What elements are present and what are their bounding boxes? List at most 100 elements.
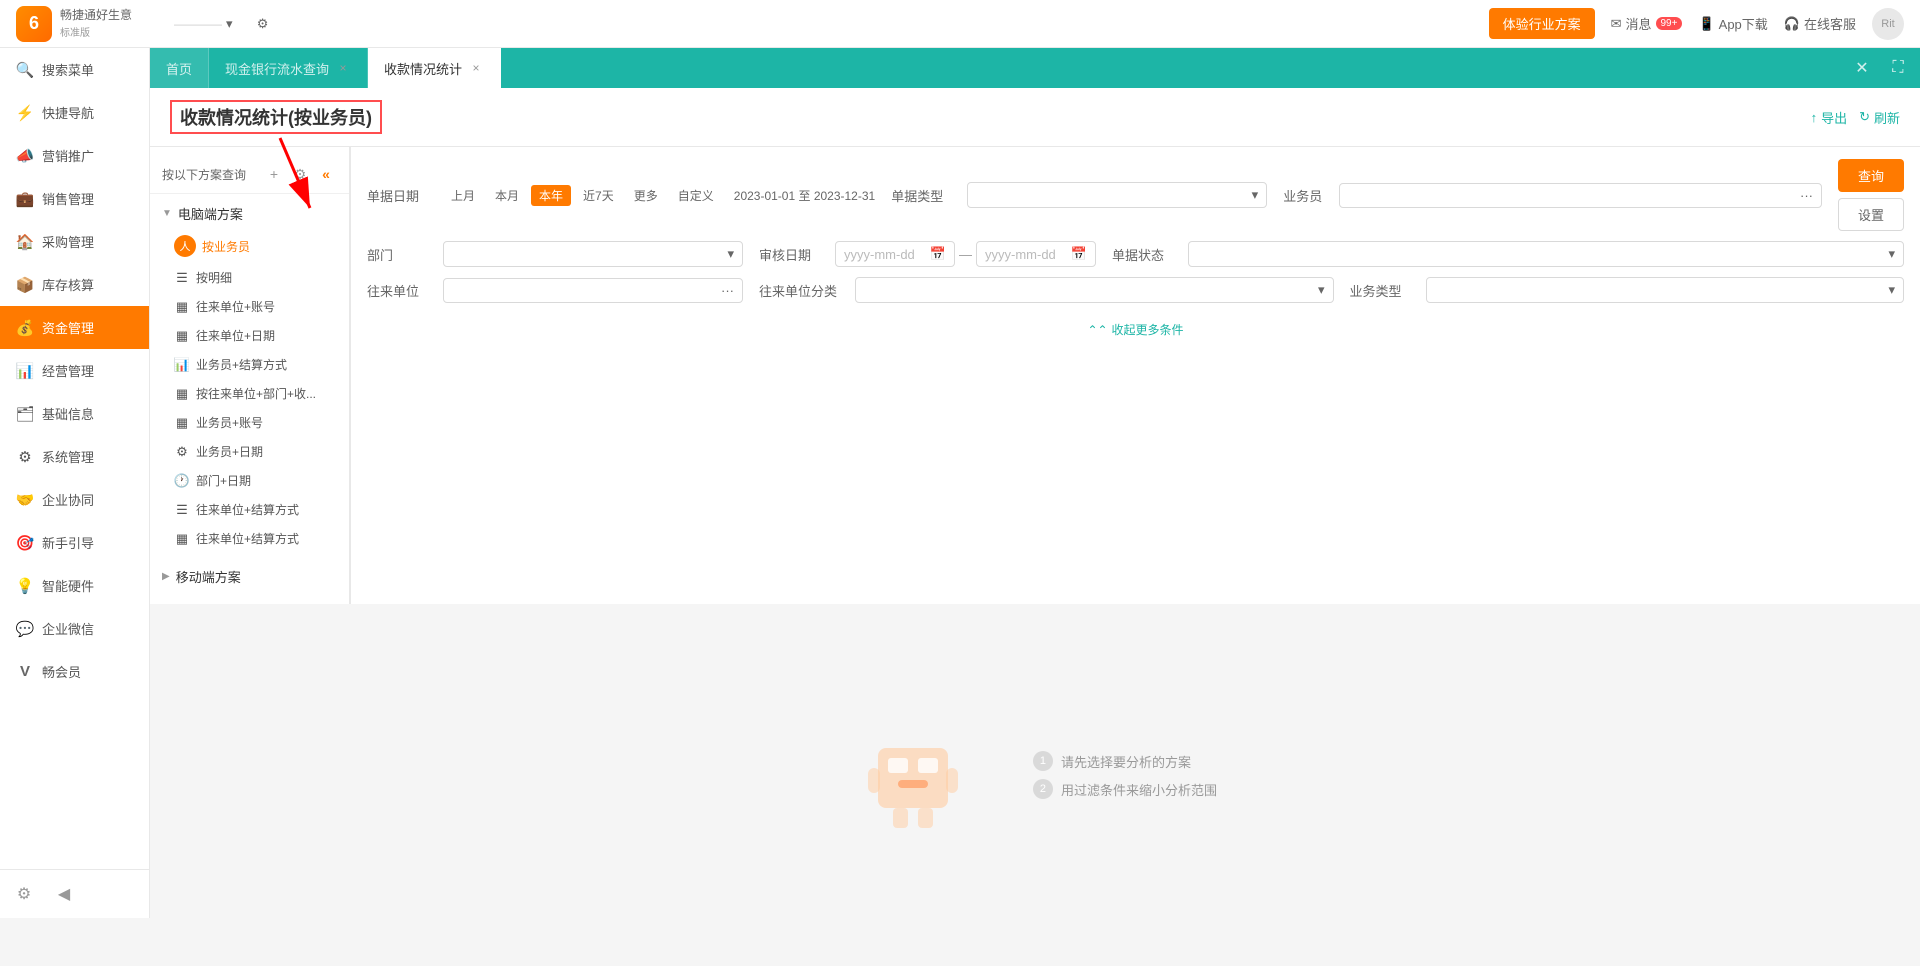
biztype-select[interactable]: ▾	[1426, 277, 1905, 303]
sidebar-item-finance[interactable]: 💰 资金管理	[0, 306, 149, 349]
scheme-item-9[interactable]: ☰ 往来单位+结算方式	[150, 495, 349, 524]
setting-button[interactable]: 设置	[1838, 198, 1904, 231]
sales-icon: 💼	[16, 190, 34, 208]
mobile-group-header[interactable]: ▶ 移动端方案	[150, 561, 349, 592]
counterparty-classify-select[interactable]: ▾	[855, 277, 1334, 303]
collapse-panel-btn[interactable]: «	[315, 163, 337, 185]
collapse-up-icon: ⌃⌃	[1087, 323, 1107, 337]
sidebar-item-quicknav[interactable]: ⚡ 快捷导航	[0, 91, 149, 134]
tab-home[interactable]: 首页	[150, 48, 209, 88]
step-1-num: 1	[1033, 751, 1053, 771]
query-button[interactable]: 查询	[1838, 159, 1904, 192]
filter-row-3: 往来单位 ··· 往来单位分类 ▾ 业务类型	[367, 277, 1904, 303]
collapse-bar[interactable]: ⌃⌃ 收起更多条件	[367, 313, 1904, 346]
docstatus-select[interactable]: ▾	[1188, 241, 1904, 267]
scheme-item-4[interactable]: 📊 业务员+结算方式	[150, 350, 349, 379]
scheme-item-0[interactable]: 人 按业务员	[150, 229, 349, 263]
counterparty-select[interactable]: ···	[443, 278, 743, 303]
app-download-item[interactable]: 📱 App下载	[1698, 14, 1767, 33]
tab-close-all-icon[interactable]: ✕	[1848, 54, 1876, 82]
review-date-to[interactable]: yyyy-mm-dd 📅	[976, 241, 1096, 267]
user-avatar[interactable]: Rit	[1872, 8, 1904, 40]
pc-group-header[interactable]: ▼ 电脑端方案	[150, 198, 349, 229]
scheme-item-1[interactable]: ☰ 按明细	[150, 263, 349, 292]
sidebar-item-sales[interactable]: 💼 销售管理	[0, 177, 149, 220]
tab-bank-flow[interactable]: 现金银行流水查询 ×	[209, 48, 368, 88]
dept-select[interactable]: ▾	[443, 241, 743, 267]
date-range-text: 2023-01-01 至 2023-12-31	[734, 187, 875, 204]
online-service-item[interactable]: 🎧 在线客服	[1784, 14, 1856, 33]
doctype-dropdown-icon: ▾	[1252, 187, 1259, 203]
messages-item[interactable]: ✉ 消息 99+	[1611, 14, 1683, 33]
sidebar-item-hardware[interactable]: 💡 智能硬件	[0, 564, 149, 607]
calendar-to-icon: 📅	[1071, 246, 1087, 262]
date-tab-last-month[interactable]: 上月	[443, 185, 483, 206]
filter-row-2: 部门 ▾ 审核日期 yyyy-mm-dd 📅	[367, 241, 1904, 267]
calendar-from-icon: 📅	[930, 246, 946, 262]
vip-icon: V	[16, 663, 34, 681]
scheme-item-7[interactable]: ⚙ 业务员+日期	[150, 437, 349, 466]
main-layout: 🔍 搜索菜单 ⚡ 快捷导航 📣 营销推广 💼 销售管理 🏠 采购管理 📦 库存核…	[0, 48, 1920, 918]
sidebar-item-marketing[interactable]: 📣 营销推广	[0, 134, 149, 177]
scheme-item-6[interactable]: ▦ 业务员+账号	[150, 408, 349, 437]
salesperson-select[interactable]: ···	[1339, 183, 1822, 208]
scheme-item-5[interactable]: ▦ 按往来单位+部门+收...	[150, 379, 349, 408]
scheme-item-3[interactable]: ▦ 往来单位+日期	[150, 321, 349, 350]
trial-button[interactable]: 体验行业方案	[1489, 8, 1595, 39]
scheme-item-10[interactable]: ▦ 往来单位+结算方式	[150, 524, 349, 553]
main-content: 收款情况统计(按业务员) ↑ 导出 ↻ 刷新	[150, 88, 1920, 918]
doctype-label: 单据类型	[891, 186, 951, 205]
sidebar-item-operations[interactable]: 📊 经营管理	[0, 349, 149, 392]
hardware-icon: 💡	[16, 577, 34, 595]
sidebar-item-guide[interactable]: 🎯 新手引导	[0, 521, 149, 564]
pc-scheme-group: ▼ 电脑端方案 人 按业务员 ☰ 按明细	[150, 194, 349, 557]
page-title: 收款情况统计(按业务员)	[170, 100, 382, 134]
sidebar: 🔍 搜索菜单 ⚡ 快捷导航 📣 营销推广 💼 销售管理 🏠 采购管理 📦 库存核…	[0, 48, 150, 918]
scheme-item-8[interactable]: 🕐 部门+日期	[150, 466, 349, 495]
sidebar-item-purchase[interactable]: 🏠 采购管理	[0, 220, 149, 263]
scheme-table-icon-5: ▦	[174, 386, 190, 402]
message-icon: ✉	[1611, 16, 1622, 32]
right-filter-panel: 单据日期 上月 本月 本年 近7天 更多 自定义 2023-01-01 至 20…	[350, 147, 1920, 604]
date-tab-7days[interactable]: 近7天	[575, 185, 622, 206]
left-scheme-panel: 按以下方案查询 + ⚙ « ▼ 电脑端方案	[150, 147, 350, 604]
review-date-from[interactable]: yyyy-mm-dd 📅	[835, 241, 955, 267]
settings-bottom-icon[interactable]: ⚙	[8, 878, 40, 910]
settings-gear-icon[interactable]: ⚙	[249, 10, 277, 38]
sidebar-item-basicinfo[interactable]: 🗂 基础信息	[0, 392, 149, 435]
scheme-settings-icon-7: ⚙	[174, 444, 190, 460]
search-icon: 🔍	[16, 61, 34, 79]
panel-header: 按以下方案查询 + ⚙ «	[150, 155, 349, 194]
refresh-icon: ↻	[1859, 109, 1870, 125]
biztype-dropdown-icon: ▾	[1888, 282, 1895, 298]
collapse-bottom-icon[interactable]: ◀‌	[48, 878, 80, 910]
sidebar-item-vip[interactable]: V 畅会员	[0, 650, 149, 693]
scheme-item-2[interactable]: ▦ 往来单位+账号	[150, 292, 349, 321]
date-tab-more[interactable]: 更多	[626, 185, 666, 206]
tab-fullscreen-icon[interactable]: ⛶	[1884, 54, 1912, 82]
content-inner: 收款情况统计(按业务员) ↑ 导出 ↻ 刷新	[150, 88, 1920, 918]
tab-collection-stats-close[interactable]: ×	[468, 60, 484, 76]
purchase-icon: 🏠	[16, 233, 34, 251]
scheme-settings-btn[interactable]: ⚙	[289, 163, 311, 185]
sidebar-item-collab[interactable]: 🤝 企业协同	[0, 478, 149, 521]
filter-actions: 查询 设置	[1838, 159, 1904, 231]
tab-bank-flow-close[interactable]: ×	[335, 60, 351, 76]
sidebar-item-weixin[interactable]: 💬 企业微信	[0, 607, 149, 650]
sidebar-item-inventory[interactable]: 📦 库存核算	[0, 263, 149, 306]
add-scheme-btn[interactable]: +	[263, 163, 285, 185]
doctype-select[interactable]: ▾	[967, 182, 1267, 208]
nav-dropdown[interactable]: ———— ▾	[166, 12, 241, 36]
export-button[interactable]: ↑ 导出	[1811, 108, 1848, 127]
sidebar-item-search[interactable]: 🔍 搜索菜单	[0, 48, 149, 91]
page-header-actions: ↑ 导出 ↻ 刷新	[1811, 108, 1900, 127]
date-tab-custom[interactable]: 自定义	[670, 185, 722, 206]
sidebar-item-system[interactable]: ⚙ 系统管理	[0, 435, 149, 478]
scheme-table-icon-3: ▦	[174, 328, 190, 344]
scheme-list-icon-9: ☰	[174, 502, 190, 518]
refresh-button[interactable]: ↻ 刷新	[1859, 108, 1900, 127]
date-tab-this-year[interactable]: 本年	[531, 185, 571, 206]
tab-collection-stats[interactable]: 收款情况统计 ×	[368, 48, 501, 88]
date-tab-this-month[interactable]: 本月	[487, 185, 527, 206]
dept-dropdown-icon: ▾	[727, 246, 734, 262]
